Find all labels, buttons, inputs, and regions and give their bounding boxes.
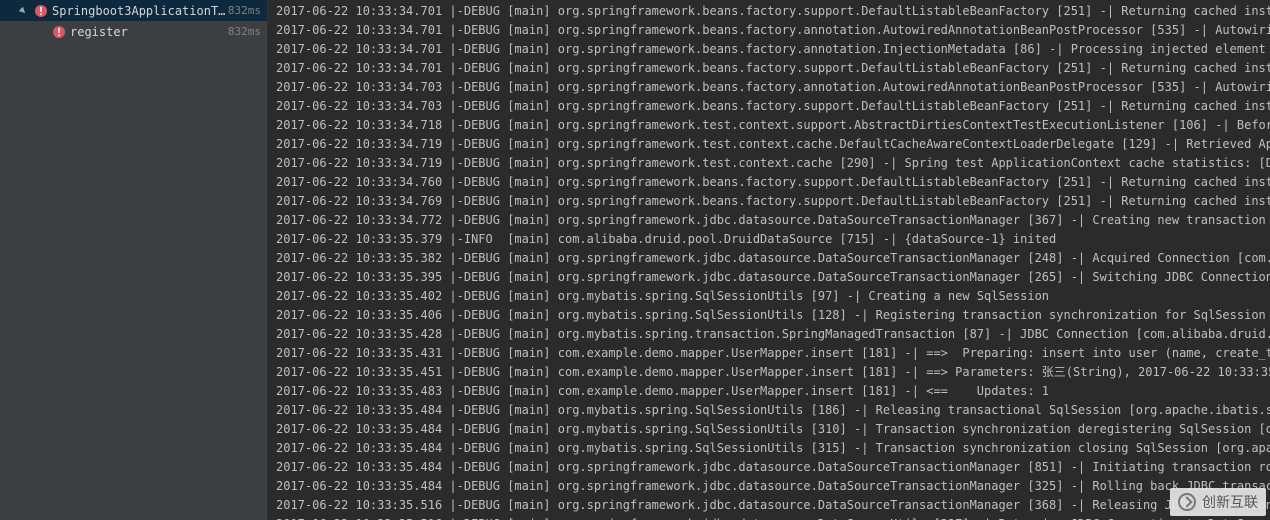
log-line: 2017-06-22 10:33:34.772 |-DEBUG [main] o…: [276, 211, 1270, 230]
log-line: 2017-06-22 10:33:35.516 |-DEBUG [main] o…: [276, 515, 1270, 520]
log-line: 2017-06-22 10:33:35.516 |-DEBUG [main] o…: [276, 496, 1270, 515]
test-item-duration: 832ms: [228, 25, 267, 38]
expand-arrow-icon[interactable]: [16, 4, 30, 18]
log-line: 2017-06-22 10:33:35.382 |-DEBUG [main] o…: [276, 249, 1270, 268]
log-line: 2017-06-22 10:33:34.701 |-DEBUG [main] o…: [276, 40, 1270, 59]
test-tree-item[interactable]: Springboot3ApplicationTes832ms: [0, 0, 267, 21]
watermark: 创新互联: [1170, 488, 1266, 516]
log-line: 2017-06-22 10:33:35.484 |-DEBUG [main] o…: [276, 420, 1270, 439]
test-error-icon: [52, 25, 66, 39]
log-line: 2017-06-22 10:33:34.701 |-DEBUG [main] o…: [276, 2, 1270, 21]
log-line: 2017-06-22 10:33:34.701 |-DEBUG [main] o…: [276, 21, 1270, 40]
watermark-logo-icon: [1178, 493, 1196, 511]
log-line: 2017-06-22 10:33:35.484 |-DEBUG [main] o…: [276, 401, 1270, 420]
spacer: [34, 25, 48, 39]
log-line: 2017-06-22 10:33:34.718 |-DEBUG [main] o…: [276, 116, 1270, 135]
test-tree-item[interactable]: register832ms: [0, 21, 267, 42]
log-line: 2017-06-22 10:33:34.760 |-DEBUG [main] o…: [276, 173, 1270, 192]
log-line: 2017-06-22 10:33:35.395 |-DEBUG [main] o…: [276, 268, 1270, 287]
test-error-icon: [34, 4, 48, 18]
log-line: 2017-06-22 10:33:35.483 |-DEBUG [main] c…: [276, 382, 1270, 401]
log-line: 2017-06-22 10:33:35.406 |-DEBUG [main] o…: [276, 306, 1270, 325]
log-line: 2017-06-22 10:33:35.431 |-DEBUG [main] c…: [276, 344, 1270, 363]
log-line: 2017-06-22 10:33:34.769 |-DEBUG [main] o…: [276, 192, 1270, 211]
log-line: 2017-06-22 10:33:34.703 |-DEBUG [main] o…: [276, 78, 1270, 97]
test-item-duration: 832ms: [228, 4, 267, 17]
log-line: 2017-06-22 10:33:34.701 |-DEBUG [main] o…: [276, 59, 1270, 78]
log-line: 2017-06-22 10:33:34.719 |-DEBUG [main] o…: [276, 154, 1270, 173]
test-item-label: Springboot3ApplicationTes: [52, 4, 228, 18]
watermark-text: 创新互联: [1202, 492, 1258, 512]
log-line: 2017-06-22 10:33:35.451 |-DEBUG [main] c…: [276, 363, 1270, 382]
ide-root: Springboot3ApplicationTes832msregister83…: [0, 0, 1270, 520]
test-item-label: register: [70, 25, 228, 39]
log-line: 2017-06-22 10:33:35.484 |-DEBUG [main] o…: [276, 477, 1270, 496]
log-line: 2017-06-22 10:33:34.719 |-DEBUG [main] o…: [276, 135, 1270, 154]
log-line: 2017-06-22 10:33:35.484 |-DEBUG [main] o…: [276, 439, 1270, 458]
log-line: 2017-06-22 10:33:35.484 |-DEBUG [main] o…: [276, 458, 1270, 477]
console-panel[interactable]: 2017-06-22 10:33:34.701 |-DEBUG [main] o…: [268, 0, 1270, 520]
log-line: 2017-06-22 10:33:35.428 |-DEBUG [main] o…: [276, 325, 1270, 344]
console-log: 2017-06-22 10:33:34.701 |-DEBUG [main] o…: [268, 0, 1270, 520]
log-line: 2017-06-22 10:33:35.379 |-INFO [main] co…: [276, 230, 1270, 249]
log-line: 2017-06-22 10:33:35.402 |-DEBUG [main] o…: [276, 287, 1270, 306]
log-line: 2017-06-22 10:33:34.703 |-DEBUG [main] o…: [276, 97, 1270, 116]
test-tree-panel[interactable]: Springboot3ApplicationTes832msregister83…: [0, 0, 268, 520]
